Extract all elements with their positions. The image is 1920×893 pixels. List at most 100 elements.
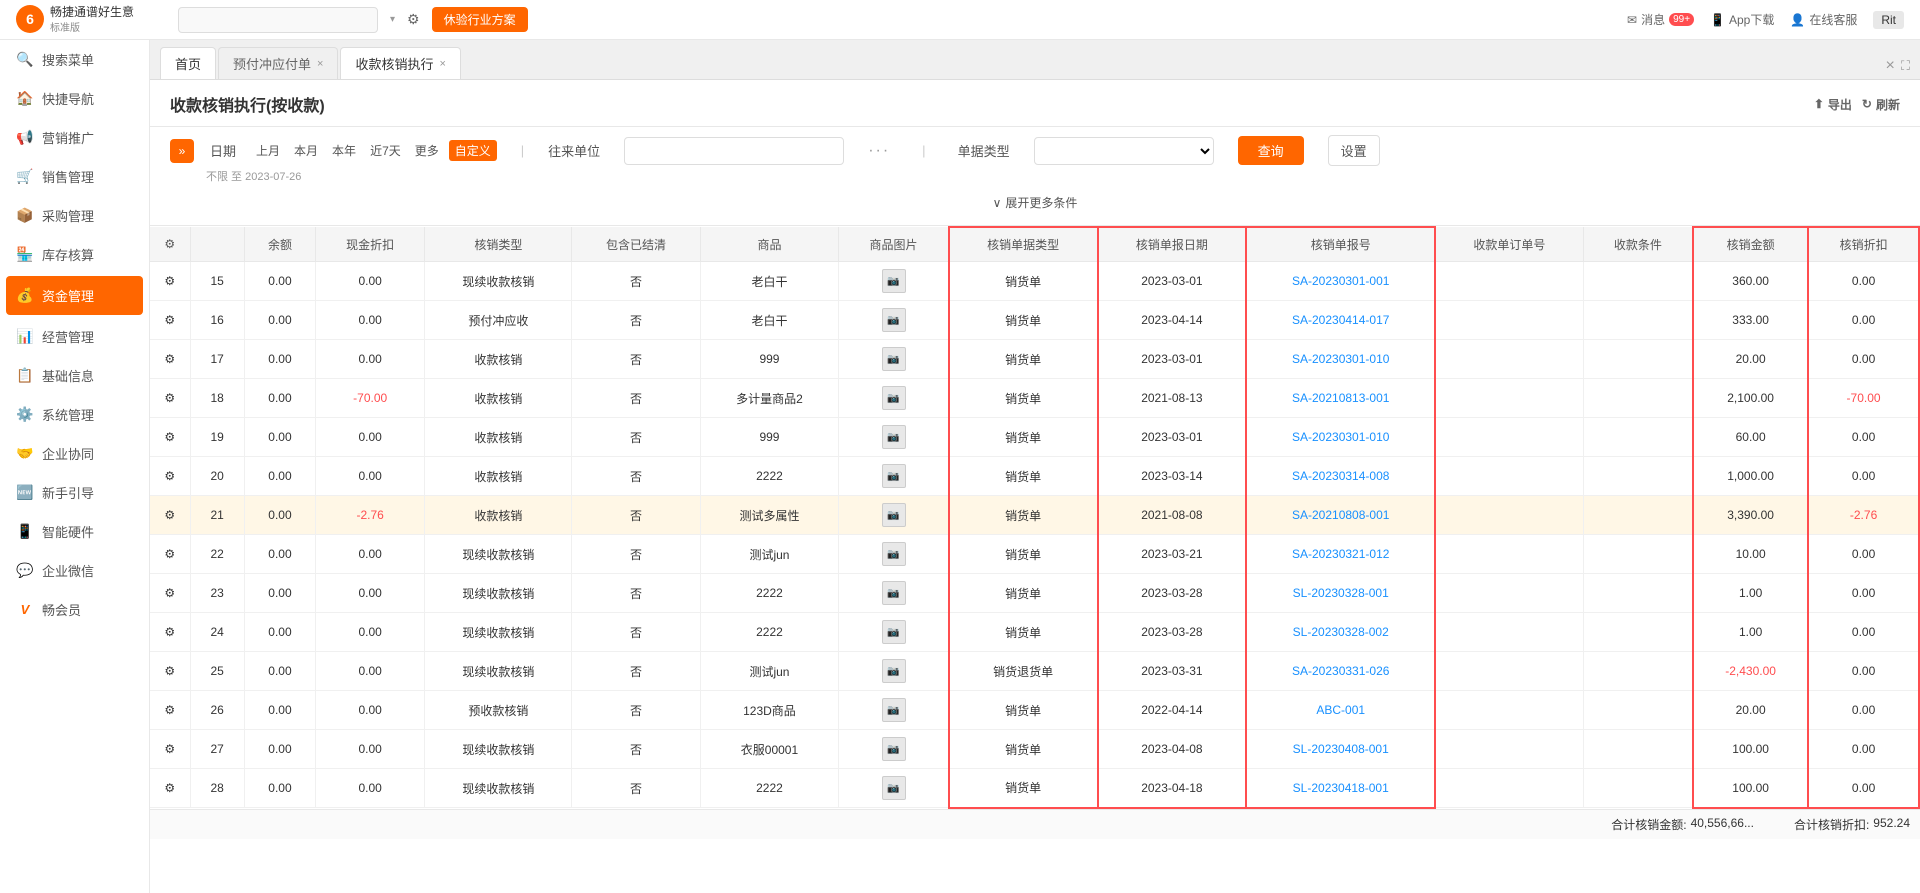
row-settings-icon[interactable]: ⚙: [164, 469, 175, 483]
cell-settings[interactable]: ⚙: [150, 730, 190, 769]
industry-btn[interactable]: 休验行业方案: [432, 7, 528, 32]
cell-settings[interactable]: ⚙: [150, 496, 190, 535]
cell-settings[interactable]: ⚙: [150, 535, 190, 574]
gear-icon[interactable]: ⚙: [407, 11, 420, 28]
cell-settings[interactable]: ⚙: [150, 418, 190, 457]
row-settings-icon[interactable]: ⚙: [164, 703, 175, 717]
tab-home[interactable]: 首页: [160, 47, 216, 79]
row-settings-icon[interactable]: ⚙: [164, 547, 175, 561]
table-row: ⚙ 22 0.00 0.00 现续收款核销 否 测试jun 📷 销货单 2023…: [150, 535, 1919, 574]
cell-settings[interactable]: ⚙: [150, 574, 190, 613]
row-settings-icon[interactable]: ⚙: [164, 430, 175, 444]
sidebar-item-corp[interactable]: 🤝 企业协同: [0, 434, 149, 473]
cell-receipt-order: [1435, 262, 1583, 301]
guide-icon: 🆕: [16, 484, 34, 502]
cell-receipt-order: [1435, 652, 1583, 691]
date-last-month[interactable]: 上月: [252, 140, 284, 161]
sidebar-label-wechat: 企业微信: [42, 561, 94, 580]
tab-receipt-offset[interactable]: 收款核销执行 ×: [340, 47, 460, 79]
sidebar-item-inventory[interactable]: 🏪 库存核算: [0, 235, 149, 274]
doc-type-select[interactable]: [1034, 137, 1214, 165]
sidebar-item-guide[interactable]: 🆕 新手引导: [0, 473, 149, 512]
sidebar-item-vip[interactable]: V 畅会员: [0, 590, 149, 629]
cell-settings[interactable]: ⚙: [150, 262, 190, 301]
export-btn[interactable]: ⬆ 导出: [1814, 96, 1852, 113]
close-window-icon[interactable]: ×: [1886, 57, 1895, 75]
col-header-cash-discount: 现金折扣: [316, 227, 425, 262]
sidebar-item-hardware[interactable]: 📱 智能硬件: [0, 512, 149, 551]
cell-balance: 0.00: [244, 535, 315, 574]
refresh-btn[interactable]: ↻ 刷新: [1862, 96, 1900, 113]
sidebar-item-search-menu[interactable]: 🔍 搜索菜单: [0, 40, 149, 79]
row-settings-icon[interactable]: ⚙: [164, 586, 175, 600]
col-header-settings[interactable]: ⚙: [150, 227, 190, 262]
settings-filter-btn[interactable]: 设置: [1328, 135, 1380, 166]
cell-seq: 23: [190, 574, 244, 613]
date-this-month[interactable]: 本月: [290, 140, 322, 161]
maximize-icon[interactable]: ⛶: [1901, 58, 1910, 74]
cell-offset-amount: 1.00: [1693, 574, 1808, 613]
sidebar-item-purchase[interactable]: 📦 采购管理: [0, 196, 149, 235]
expand-more-btn[interactable]: ∨ 展开更多条件: [170, 188, 1900, 217]
cell-settings[interactable]: ⚙: [150, 769, 190, 808]
cell-product-img: 📷: [839, 340, 949, 379]
col-header-offset-date: 核销单报日期: [1098, 227, 1247, 262]
date-more[interactable]: 更多: [411, 140, 443, 161]
cell-product: 2222: [700, 769, 839, 808]
cell-offset-no: SL-20230328-002: [1246, 613, 1435, 652]
filter-area: » 日期 上月 本月 本年 近7天 更多 自定义 | 往来单位 ··· | 单据…: [150, 127, 1920, 226]
app-download-btn[interactable]: 📱 App下载: [1710, 11, 1774, 28]
online-service-btn[interactable]: 👤 在线客服: [1790, 11, 1857, 28]
cell-settings[interactable]: ⚙: [150, 652, 190, 691]
sidebar-item-sales[interactable]: 🛒 销售管理: [0, 157, 149, 196]
date-7days[interactable]: 近7天: [366, 140, 405, 161]
cell-offset-date: 2023-03-28: [1098, 574, 1247, 613]
cell-settings[interactable]: ⚙: [150, 340, 190, 379]
row-settings-icon[interactable]: ⚙: [164, 391, 175, 405]
sidebar-item-quick-nav[interactable]: 🏠 快捷导航: [0, 79, 149, 118]
message-btn[interactable]: ✉ 消息 99+: [1627, 11, 1694, 28]
row-settings-icon[interactable]: ⚙: [164, 781, 175, 795]
top-right-area: ✉ 消息 99+ 📱 App下载 👤 在线客服 Rit: [1627, 11, 1904, 29]
cell-settings[interactable]: ⚙: [150, 613, 190, 652]
cell-cash-discount: 0.00: [316, 730, 425, 769]
sidebar-item-marketing[interactable]: 📢 营销推广: [0, 118, 149, 157]
row-settings-icon[interactable]: ⚙: [164, 664, 175, 678]
row-settings-icon[interactable]: ⚙: [164, 352, 175, 366]
tab-prepay-close[interactable]: ×: [317, 58, 323, 70]
app-icon: 📱: [1710, 13, 1725, 27]
date-this-year[interactable]: 本年: [328, 140, 360, 161]
export-icon: ⬆: [1814, 97, 1824, 111]
sidebar-item-sys[interactable]: ⚙️ 系统管理: [0, 395, 149, 434]
sidebar-item-biz[interactable]: 📊 经营管理: [0, 317, 149, 356]
tab-receipt-close[interactable]: ×: [439, 58, 445, 70]
expand-filter-btn[interactable]: »: [170, 139, 194, 163]
from-unit-input[interactable]: [624, 137, 844, 165]
sidebar-item-base-info[interactable]: 📋 基础信息: [0, 356, 149, 395]
cell-offset-date: 2023-03-28: [1098, 613, 1247, 652]
query-btn[interactable]: 查询: [1238, 136, 1304, 165]
date-custom[interactable]: 自定义: [449, 140, 497, 161]
sidebar-item-finance[interactable]: 💰 资金管理: [6, 276, 143, 315]
row-settings-icon[interactable]: ⚙: [164, 274, 175, 288]
cell-settings[interactable]: ⚙: [150, 301, 190, 340]
row-settings-icon[interactable]: ⚙: [164, 742, 175, 756]
cell-receipt-order: [1435, 457, 1583, 496]
table-row: ⚙ 28 0.00 0.00 现续收款核销 否 2222 📷 销货单 2023-…: [150, 769, 1919, 808]
cell-offset-doc-type: 销货单: [949, 769, 1098, 808]
row-settings-icon[interactable]: ⚙: [164, 508, 175, 522]
row-settings-icon[interactable]: ⚙: [164, 625, 175, 639]
search-input[interactable]: [178, 7, 378, 33]
cell-offset-amount: 20.00: [1693, 340, 1808, 379]
table-settings-icon[interactable]: ⚙: [164, 237, 175, 251]
row-settings-icon[interactable]: ⚙: [164, 313, 175, 327]
online-service-label: 在线客服: [1809, 11, 1857, 28]
cell-settings[interactable]: ⚙: [150, 457, 190, 496]
cell-balance: 0.00: [244, 262, 315, 301]
tab-prepay[interactable]: 预付冲应付单 ×: [218, 47, 338, 79]
cell-settings[interactable]: ⚙: [150, 379, 190, 418]
cell-offset-discount: 0.00: [1808, 340, 1919, 379]
sidebar-item-wechat[interactable]: 💬 企业微信: [0, 551, 149, 590]
table-container[interactable]: ⚙ 余额 现金折扣 核销类型 包含已结清 商品 商品图片 核销单据类型 核销单报…: [150, 226, 1920, 893]
cell-settings[interactable]: ⚙: [150, 691, 190, 730]
